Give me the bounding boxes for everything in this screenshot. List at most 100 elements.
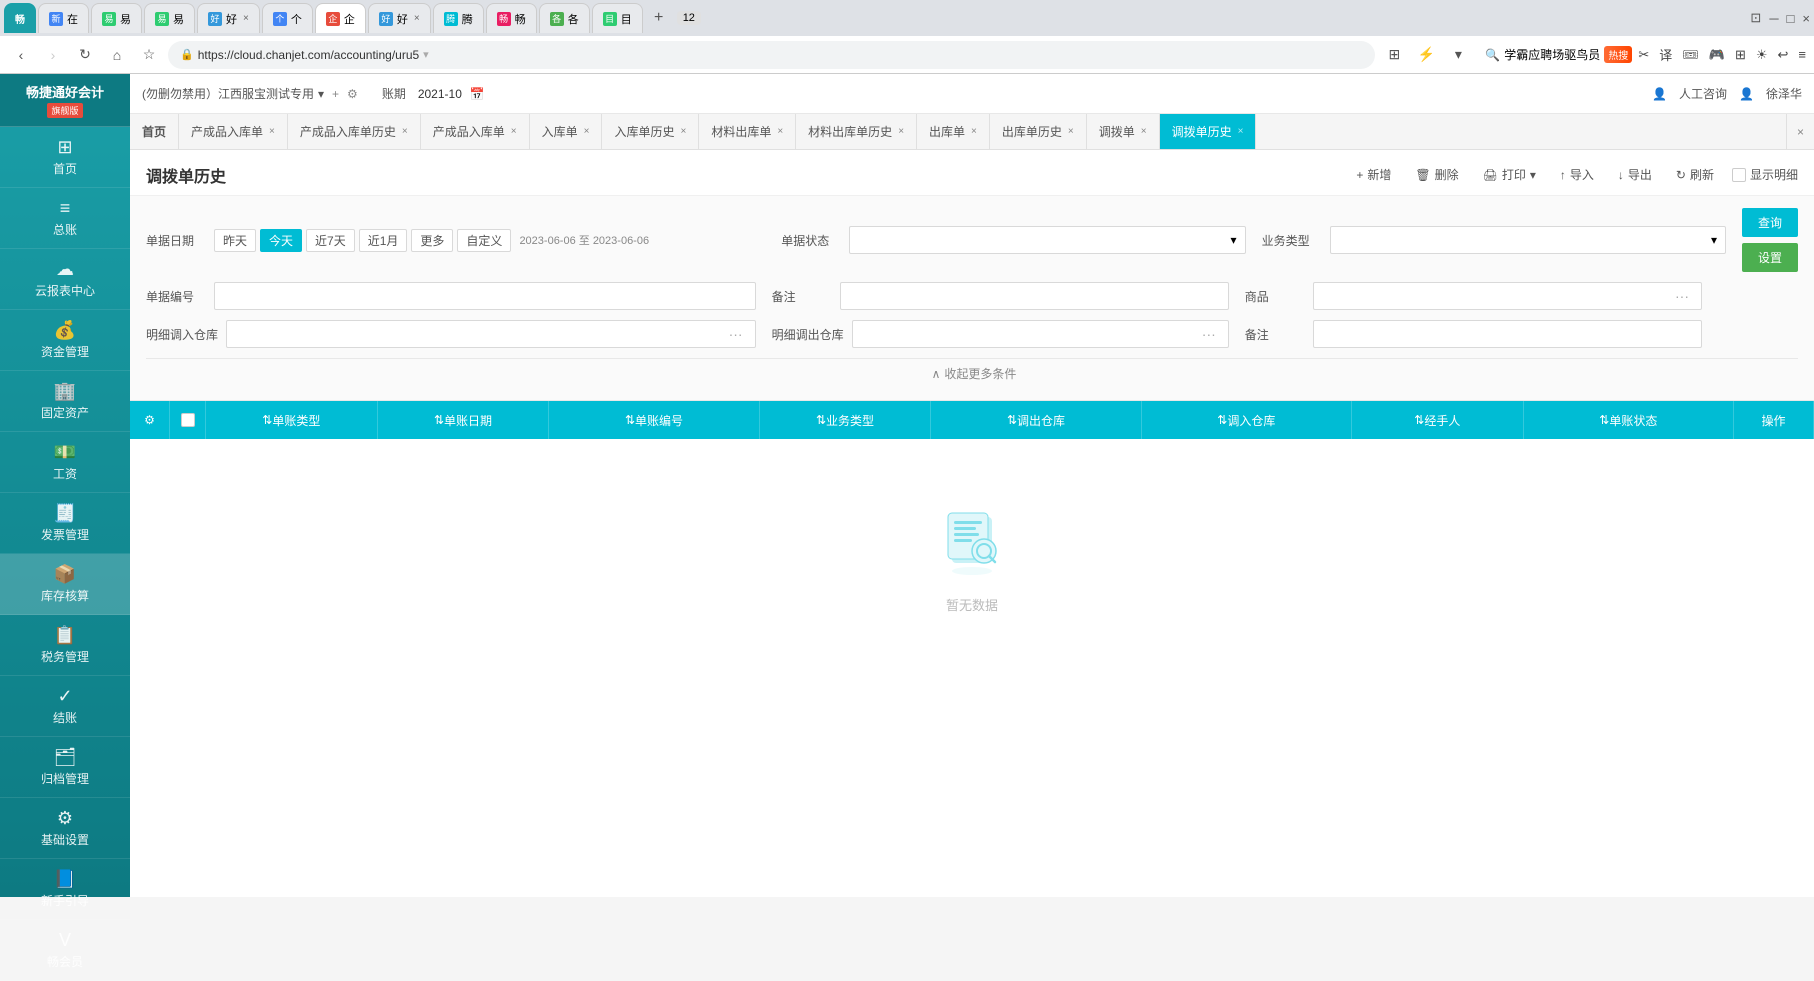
- scissors-icon[interactable]: ✂: [1638, 47, 1649, 63]
- window-controls[interactable]: ⊡: [1750, 10, 1761, 26]
- browser-tab-8[interactable]: 腾 腾: [433, 3, 484, 33]
- th-no[interactable]: ⇅ 单账编号: [549, 401, 759, 439]
- refresh-button[interactable]: ↻: [72, 42, 98, 68]
- tab-product-in2-close[interactable]: ×: [511, 126, 517, 137]
- browser-tab-2[interactable]: 易 易: [91, 3, 142, 33]
- th-check[interactable]: [170, 401, 206, 439]
- browser-tab-9[interactable]: 畅 畅: [486, 3, 537, 33]
- tab-in-history[interactable]: 入库单历史 ×: [602, 114, 699, 150]
- sun-icon[interactable]: ☀: [1756, 47, 1768, 63]
- sidebar-item-member[interactable]: V 畅会员: [0, 920, 130, 981]
- th-out-wh[interactable]: ⇅ 调出仓库: [931, 401, 1141, 439]
- tab-product-in-history[interactable]: 产成品入库单历史 ×: [288, 114, 421, 150]
- goods-ellipsis[interactable]: ···: [1671, 288, 1693, 304]
- th-in-wh[interactable]: ⇅ 调入仓库: [1142, 401, 1352, 439]
- th-type[interactable]: ⇅ 单账类型: [206, 401, 378, 439]
- tab-material-out-history-close[interactable]: ×: [898, 126, 904, 137]
- tab-product-in-close[interactable]: ×: [269, 126, 275, 137]
- tab-in-order[interactable]: 入库单 ×: [530, 114, 603, 150]
- sidebar-item-fund[interactable]: 💰 资金管理: [0, 310, 130, 371]
- tab-transfer-history[interactable]: 调拨单历史 ×: [1160, 114, 1257, 150]
- company-select[interactable]: (勿删勿禁用）江西服宝测试专用 ▾: [142, 85, 324, 102]
- user-service-label[interactable]: 人工咨询: [1679, 85, 1727, 102]
- print-button[interactable]: 🖨 打印 ▾: [1477, 162, 1542, 187]
- sidebar-item-invoice[interactable]: 🧾 发票管理: [0, 493, 130, 554]
- sidebar-item-asset[interactable]: 🏢 固定资产: [0, 371, 130, 432]
- coupon-icon[interactable]: 🎟: [1682, 47, 1699, 63]
- company-settings-icon[interactable]: ⚙: [347, 87, 358, 101]
- back-button[interactable]: ‹: [8, 42, 34, 68]
- query-button[interactable]: 查询: [1742, 208, 1798, 237]
- tab-out-order[interactable]: 出库单 ×: [917, 114, 990, 150]
- game-icon[interactable]: 🎮: [1709, 47, 1725, 63]
- browser-tab-5[interactable]: 个 个: [262, 3, 313, 33]
- detail-in-wh-select[interactable]: ···: [226, 320, 756, 348]
- import-button[interactable]: ↑ 导入: [1554, 162, 1600, 187]
- lightning-button[interactable]: ⚡: [1413, 42, 1439, 68]
- tab-transfer-history-close[interactable]: ×: [1238, 126, 1244, 137]
- undo-icon[interactable]: ↩: [1778, 47, 1789, 63]
- collapse-conditions[interactable]: ∧ 收起更多条件: [146, 358, 1798, 388]
- tab-transfer-close[interactable]: ×: [1141, 126, 1147, 137]
- detail-out-wh-ellipsis[interactable]: ···: [1198, 326, 1220, 342]
- menu-icon[interactable]: ≡: [1798, 47, 1806, 62]
- sidebar-item-archive[interactable]: 🗂 归档管理: [0, 737, 130, 798]
- detail-in-wh-ellipsis[interactable]: ···: [725, 326, 747, 342]
- date-btn-today[interactable]: 今天: [260, 229, 302, 252]
- tab-out-history[interactable]: 出库单历史 ×: [990, 114, 1087, 150]
- grid-icon[interactable]: ⊞: [1735, 47, 1746, 63]
- tab-out-order-close[interactable]: ×: [971, 126, 977, 137]
- date-btn-custom[interactable]: 自定义: [457, 229, 511, 252]
- expand-button[interactable]: ▾: [1445, 42, 1471, 68]
- delete-button[interactable]: 🗑 删除: [1409, 162, 1464, 187]
- export-button[interactable]: ↓ 导出: [1612, 162, 1658, 187]
- close-button[interactable]: ×: [1802, 11, 1810, 26]
- sidebar-item-home[interactable]: ⊞ 首页: [0, 127, 130, 188]
- date-btn-more[interactable]: 更多: [411, 229, 453, 252]
- browser-tab-7[interactable]: 好 好 ×: [368, 3, 431, 33]
- maximize-button[interactable]: □: [1787, 11, 1795, 26]
- minimize-button[interactable]: ─: [1769, 11, 1778, 26]
- toggle-checkbox[interactable]: [1732, 168, 1746, 182]
- tab-nav-close-btn[interactable]: ×: [1786, 114, 1814, 150]
- tab-material-out-close[interactable]: ×: [777, 126, 783, 137]
- biz-type-select[interactable]: ▾: [1330, 226, 1726, 254]
- goods-select[interactable]: ···: [1313, 282, 1702, 310]
- new-tab-button[interactable]: +: [645, 4, 673, 32]
- date-btn-yesterday[interactable]: 昨天: [214, 229, 256, 252]
- date-btn-1month[interactable]: 近1月: [359, 229, 408, 252]
- tab-transfer[interactable]: 调拨单 ×: [1087, 114, 1160, 150]
- th-gear[interactable]: ⚙: [130, 401, 170, 439]
- refresh-button[interactable]: ↻ 刷新: [1670, 162, 1720, 187]
- sidebar-item-report[interactable]: ☁ 云报表中心: [0, 249, 130, 310]
- browser-tab-6[interactable]: 企 企: [315, 3, 366, 33]
- display-toggle[interactable]: 显示明细: [1732, 166, 1798, 183]
- browser-tab-11[interactable]: 目 目: [592, 3, 643, 33]
- tab-in-history-close[interactable]: ×: [680, 126, 686, 137]
- url-bar[interactable]: 🔒 https://cloud.chanjet.com/accounting/u…: [168, 41, 1375, 69]
- sidebar-item-settle[interactable]: ✓ 结账: [0, 676, 130, 737]
- date-btn-7days[interactable]: 近7天: [306, 229, 355, 252]
- browser-tab-app[interactable]: 畅: [4, 3, 36, 33]
- th-biz-type[interactable]: ⇅ 业务类型: [760, 401, 932, 439]
- home-button[interactable]: ⌂: [104, 42, 130, 68]
- remark-input[interactable]: [840, 282, 1229, 310]
- tab-material-out[interactable]: 材料出库单 ×: [699, 114, 796, 150]
- tab-out-history-close[interactable]: ×: [1068, 126, 1074, 137]
- header-checkbox[interactable]: [181, 413, 195, 427]
- sidebar-item-settings[interactable]: ⚙ 基础设置: [0, 798, 130, 859]
- translate-icon[interactable]: 译: [1659, 45, 1672, 64]
- add-company-btn[interactable]: +: [332, 87, 339, 101]
- th-status[interactable]: ⇅ 单账状态: [1524, 401, 1734, 439]
- detail-remark-input[interactable]: [1313, 320, 1702, 348]
- tab-in-order-close[interactable]: ×: [584, 126, 590, 137]
- browser-tab-10[interactable]: 各 各: [539, 3, 590, 33]
- settings-button[interactable]: 设置: [1742, 243, 1798, 272]
- sidebar-item-guide[interactable]: 📘 新手引导: [0, 859, 130, 920]
- sidebar-item-tax[interactable]: 📋 税务管理: [0, 615, 130, 676]
- new-button[interactable]: + 新增: [1350, 162, 1397, 187]
- status-select[interactable]: ▾: [849, 226, 1245, 254]
- calendar-icon[interactable]: 📅: [470, 87, 485, 101]
- tab-home[interactable]: 首页: [130, 114, 179, 150]
- sidebar-item-ledger[interactable]: ≡ 总账: [0, 188, 130, 249]
